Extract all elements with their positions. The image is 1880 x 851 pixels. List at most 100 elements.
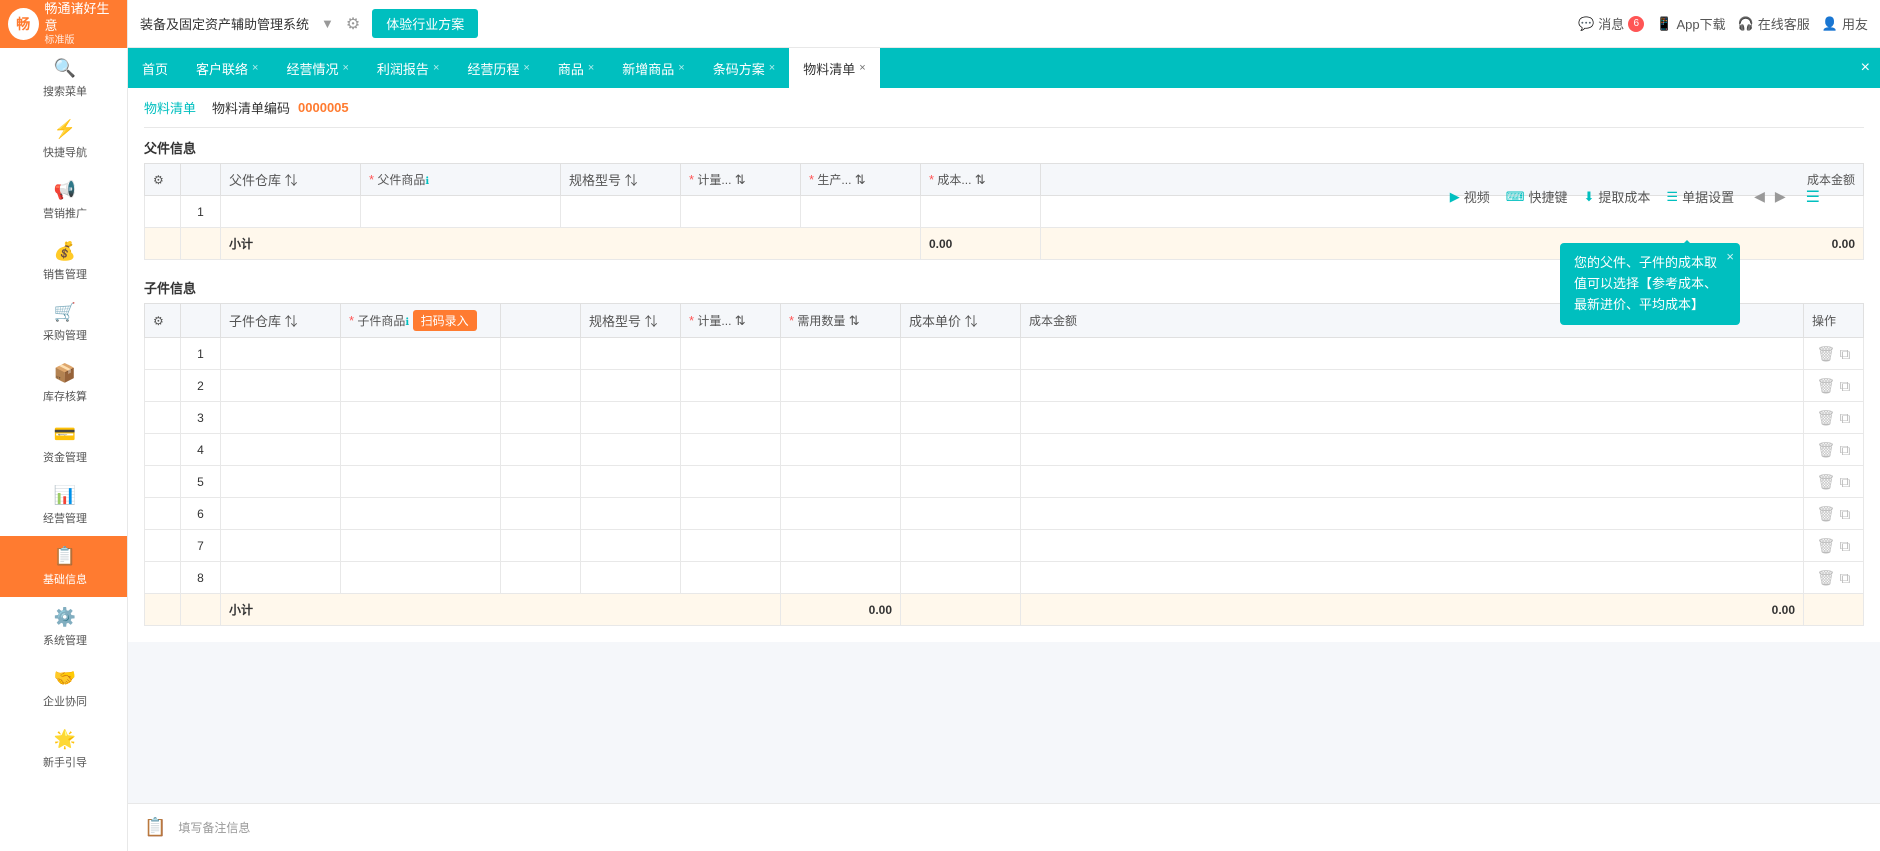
breadcrumb-main[interactable]: 物料清单 bbox=[144, 98, 196, 117]
child-r3-qty[interactable] bbox=[781, 402, 901, 434]
child-r4-qty[interactable] bbox=[781, 434, 901, 466]
child-r6-goods[interactable] bbox=[341, 498, 501, 530]
nav-prev-icon[interactable]: ◀ bbox=[1750, 186, 1769, 207]
single-setting-button[interactable]: ☰ 单据设置 bbox=[1666, 187, 1734, 206]
tab-barcode[interactable]: 条码方案× bbox=[699, 48, 789, 88]
child-r6-unit[interactable] bbox=[681, 498, 781, 530]
child-r8-goods[interactable] bbox=[341, 562, 501, 594]
dropdown-icon[interactable]: ▼ bbox=[321, 16, 334, 31]
notes-icon[interactable]: 📋 bbox=[144, 817, 166, 838]
tab-operation-status-close[interactable]: × bbox=[342, 62, 348, 74]
gear-settings-icon[interactable]: ⚙ bbox=[346, 14, 360, 34]
parent-row1-spec[interactable] bbox=[561, 196, 681, 228]
child-r2-goods[interactable] bbox=[341, 370, 501, 402]
child-r5-unit-cost[interactable] bbox=[901, 466, 1021, 498]
parent-row1-warehouse[interactable] bbox=[221, 196, 361, 228]
tab-bom-close[interactable]: × bbox=[859, 62, 865, 74]
parent-row1-goods[interactable] bbox=[361, 196, 561, 228]
tab-new-goods[interactable]: 新增商品× bbox=[608, 48, 698, 88]
close-all-tabs[interactable]: × bbox=[1851, 59, 1880, 77]
tab-new-goods-close[interactable]: × bbox=[678, 62, 684, 74]
child-r2-warehouse[interactable] bbox=[221, 370, 341, 402]
delete-icon[interactable]: 🗑 bbox=[1817, 506, 1836, 523]
sidebar-item-basicinfo[interactable]: 📋基础信息 bbox=[0, 536, 127, 597]
child-r4-goods[interactable] bbox=[341, 434, 501, 466]
child-r7-unit-cost[interactable] bbox=[901, 530, 1021, 562]
copy-icon[interactable]: ⧉ bbox=[1840, 506, 1851, 523]
trial-button[interactable]: 体验行业方案 bbox=[372, 9, 478, 38]
tab-profit[interactable]: 利润报告× bbox=[363, 48, 453, 88]
child-r8-unit[interactable] bbox=[681, 562, 781, 594]
online-service-button[interactable]: 🎧 在线客服 bbox=[1738, 14, 1810, 33]
tab-history[interactable]: 经营历程× bbox=[453, 48, 543, 88]
child-r6-qty[interactable] bbox=[781, 498, 901, 530]
child-r3-goods[interactable] bbox=[341, 402, 501, 434]
parent-row1-unit[interactable] bbox=[681, 196, 801, 228]
child-r4-spec[interactable] bbox=[581, 434, 681, 466]
child-r5-goods[interactable] bbox=[341, 466, 501, 498]
child-r4-unit-cost[interactable] bbox=[901, 434, 1021, 466]
tooltip-close-button[interactable]: × bbox=[1726, 247, 1734, 268]
sidebar-item-marketing[interactable]: 📢营销推广 bbox=[0, 170, 127, 231]
child-r4-warehouse[interactable] bbox=[221, 434, 341, 466]
tab-home[interactable]: 首页 bbox=[128, 48, 182, 88]
child-r7-spec[interactable] bbox=[581, 530, 681, 562]
delete-icon[interactable]: 🗑 bbox=[1817, 474, 1836, 491]
child-r3-unit-cost[interactable] bbox=[901, 402, 1021, 434]
delete-icon[interactable]: 🗑 bbox=[1817, 378, 1836, 395]
parent-col-gear[interactable]: ⚙ bbox=[145, 164, 181, 196]
sidebar-item-quicknav[interactable]: ⚡快捷导航 bbox=[0, 109, 127, 170]
tab-goods[interactable]: 商品× bbox=[544, 48, 608, 88]
parent-row1-cost[interactable] bbox=[921, 196, 1041, 228]
tab-customer-close[interactable]: × bbox=[252, 62, 258, 74]
sidebar-item-enterprise[interactable]: 🤝企业协同 bbox=[0, 658, 127, 719]
copy-icon[interactable]: ⧉ bbox=[1840, 410, 1851, 427]
user-button[interactable]: 👤 用友 bbox=[1822, 14, 1868, 33]
copy-icon[interactable]: ⧉ bbox=[1840, 346, 1851, 363]
child-r2-qty[interactable] bbox=[781, 370, 901, 402]
nav-next-icon[interactable]: ▶ bbox=[1771, 186, 1790, 207]
app-download-button[interactable]: 📱 App下载 bbox=[1656, 14, 1725, 33]
list-view-icon[interactable]: ☰ bbox=[1806, 187, 1820, 207]
delete-icon[interactable]: 🗑 bbox=[1817, 346, 1836, 363]
extract-cost-button[interactable]: ⬇ 提取成本 bbox=[1584, 187, 1651, 206]
child-r5-warehouse[interactable] bbox=[221, 466, 341, 498]
parent-row1-produce[interactable] bbox=[801, 196, 921, 228]
child-r6-spec[interactable] bbox=[581, 498, 681, 530]
sidebar-item-finance[interactable]: 💳资金管理 bbox=[0, 414, 127, 475]
sidebar-item-search[interactable]: 🔍搜索菜单 bbox=[0, 48, 127, 109]
tab-history-close[interactable]: × bbox=[523, 62, 529, 74]
child-r2-unit-cost[interactable] bbox=[901, 370, 1021, 402]
delete-icon[interactable]: 🗑 bbox=[1817, 442, 1836, 459]
child-r5-unit[interactable] bbox=[681, 466, 781, 498]
child-r7-warehouse[interactable] bbox=[221, 530, 341, 562]
child-r1-goods[interactable] bbox=[341, 338, 501, 370]
delete-icon[interactable]: 🗑 bbox=[1817, 570, 1836, 587]
child-r1-spec[interactable] bbox=[581, 338, 681, 370]
tab-customer[interactable]: 客户联络× bbox=[182, 48, 272, 88]
copy-icon[interactable]: ⧉ bbox=[1840, 474, 1851, 491]
sidebar-item-operation[interactable]: 📊经营管理 bbox=[0, 475, 127, 536]
child-r7-unit[interactable] bbox=[681, 530, 781, 562]
child-col-gear[interactable]: ⚙ bbox=[145, 304, 181, 338]
sidebar-item-inventory[interactable]: 📦库存核算 bbox=[0, 353, 127, 414]
copy-icon[interactable]: ⧉ bbox=[1840, 442, 1851, 459]
child-r6-warehouse[interactable] bbox=[221, 498, 341, 530]
sidebar-item-guide[interactable]: 🌟新手引导 bbox=[0, 719, 127, 780]
scan-button[interactable]: 扫码录入 bbox=[413, 310, 477, 331]
copy-icon[interactable]: ⧉ bbox=[1840, 378, 1851, 395]
child-r7-qty[interactable] bbox=[781, 530, 901, 562]
message-button[interactable]: 💬 消息 6 bbox=[1578, 14, 1644, 33]
child-r8-warehouse[interactable] bbox=[221, 562, 341, 594]
child-r2-spec[interactable] bbox=[581, 370, 681, 402]
copy-icon[interactable]: ⧉ bbox=[1840, 570, 1851, 587]
child-r1-warehouse[interactable] bbox=[221, 338, 341, 370]
child-r1-unit-cost[interactable] bbox=[901, 338, 1021, 370]
copy-icon[interactable]: ⧉ bbox=[1840, 538, 1851, 555]
sidebar-item-sales[interactable]: 💰销售管理 bbox=[0, 231, 127, 292]
child-r4-unit[interactable] bbox=[681, 434, 781, 466]
child-r3-warehouse[interactable] bbox=[221, 402, 341, 434]
tab-barcode-close[interactable]: × bbox=[769, 62, 775, 74]
delete-icon[interactable]: 🗑 bbox=[1817, 410, 1836, 427]
tab-bom[interactable]: 物料清单× bbox=[789, 48, 879, 88]
